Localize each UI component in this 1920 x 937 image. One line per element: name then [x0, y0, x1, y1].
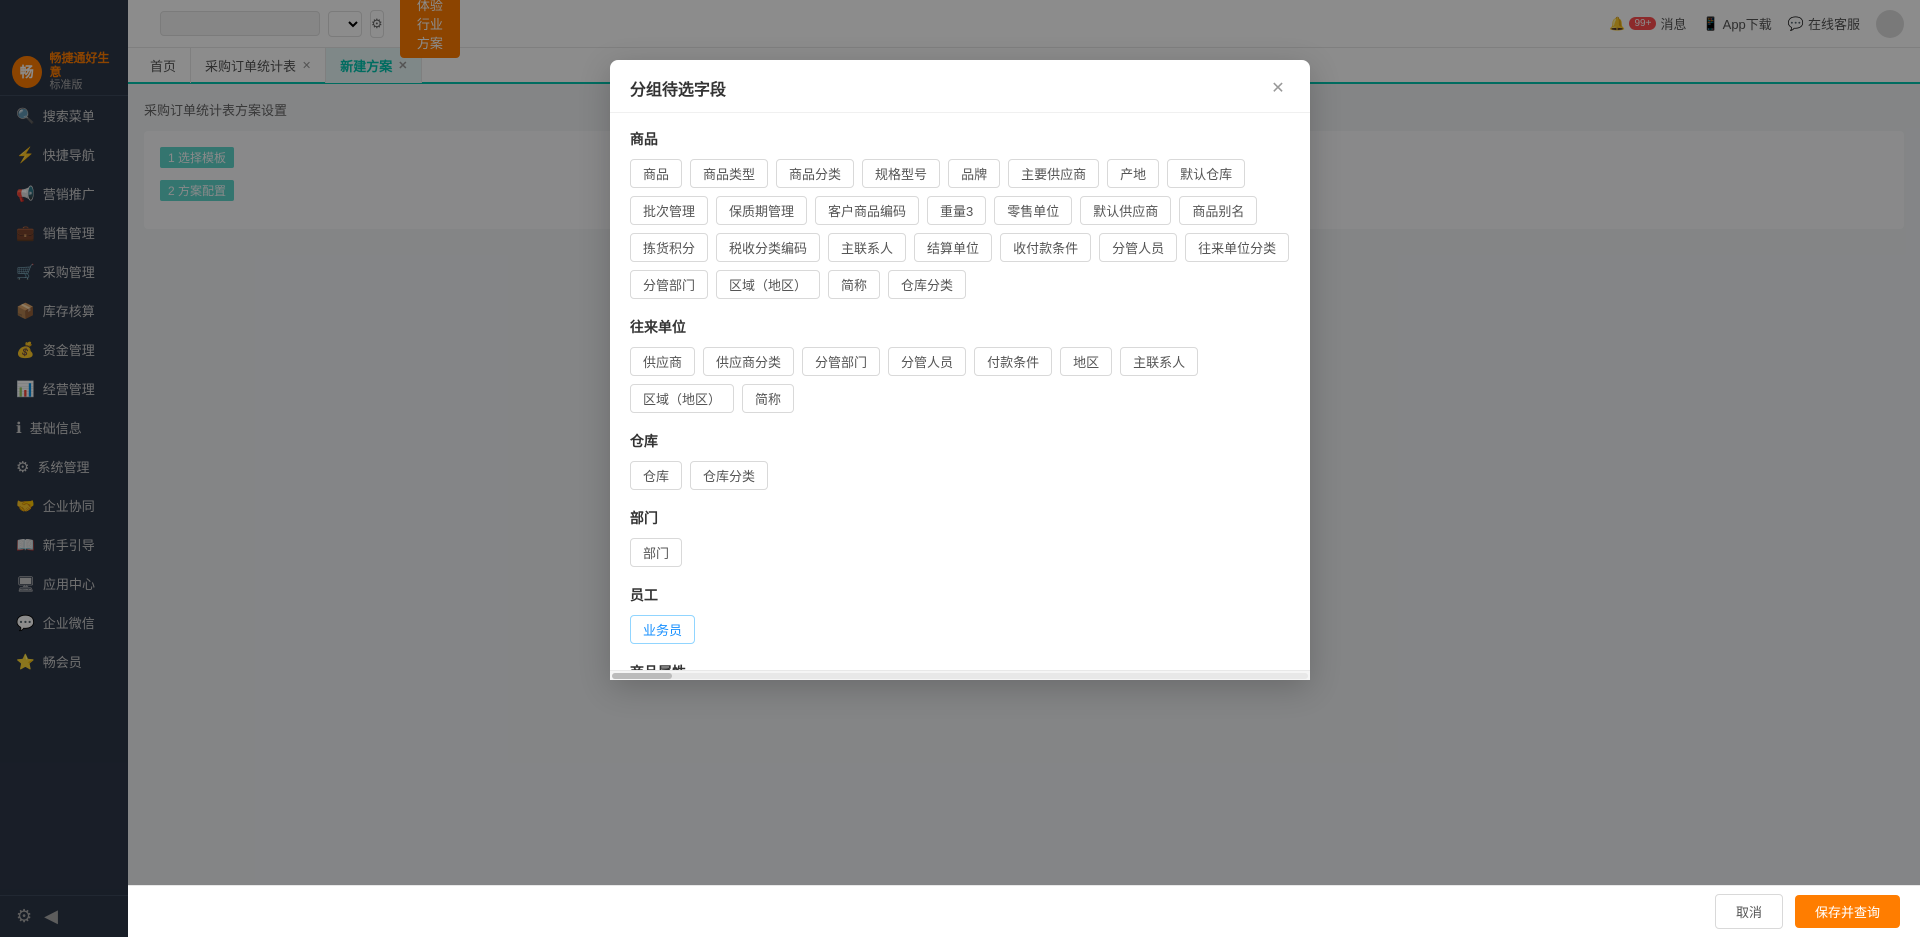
bottom-bar: 取消 保存并查询 [128, 885, 1920, 937]
modal-body: 商品 商品 商品类型 商品分类 规格型号 品牌 主要供应商 产地 默认仓库 批次… [610, 113, 1310, 670]
cancel-button[interactable]: 取消 [1715, 894, 1783, 929]
field-tag[interactable]: 区域（地区） [630, 384, 734, 413]
section-warehouse-title: 仓库 [630, 431, 1290, 451]
field-tag[interactable]: 区域（地区） [716, 270, 820, 299]
field-tag[interactable]: 税收分类编码 [716, 233, 820, 262]
field-tag[interactable]: 分管部门 [630, 270, 708, 299]
modal-hscroll[interactable] [610, 670, 1310, 680]
section-partner-fields: 供应商 供应商分类 分管部门 分管人员 付款条件 地区 主联系人 区域（地区） … [630, 347, 1290, 413]
field-tag[interactable]: 分管部门 [802, 347, 880, 376]
field-tag[interactable]: 主联系人 [1120, 347, 1198, 376]
field-tag[interactable]: 往来单位分类 [1185, 233, 1289, 262]
field-tag[interactable]: 产地 [1107, 159, 1159, 188]
field-tag[interactable]: 默认仓库 [1167, 159, 1245, 188]
field-tag[interactable]: 零售单位 [994, 196, 1072, 225]
field-tag[interactable]: 收付款条件 [1000, 233, 1091, 262]
section-goods: 商品 商品 商品类型 商品分类 规格型号 品牌 主要供应商 产地 默认仓库 批次… [630, 129, 1290, 299]
section-employee-title: 员工 [630, 585, 1290, 605]
field-tag[interactable]: 商品分类 [776, 159, 854, 188]
section-warehouse-fields: 仓库 仓库分类 [630, 461, 1290, 490]
field-tag[interactable]: 主联系人 [828, 233, 906, 262]
field-tag[interactable]: 供应商分类 [703, 347, 794, 376]
section-goods-attr-title: 商品属性 [630, 662, 1290, 670]
close-icon: ✕ [1271, 78, 1284, 98]
section-goods-attr: 商品属性 属性 颜色 多规格 尺码 鞋码 1 [630, 662, 1290, 670]
field-tag[interactable]: 部门 [630, 538, 682, 567]
field-tag[interactable]: 客户商品编码 [815, 196, 919, 225]
field-tag[interactable]: 地区 [1060, 347, 1112, 376]
section-partner: 往来单位 供应商 供应商分类 分管部门 分管人员 付款条件 地区 主联系人 区域… [630, 317, 1290, 413]
section-department: 部门 部门 [630, 508, 1290, 567]
field-tag[interactable]: 分管人员 [888, 347, 966, 376]
section-department-title: 部门 [630, 508, 1290, 528]
field-tag[interactable]: 付款条件 [974, 347, 1052, 376]
field-tag[interactable]: 拣货积分 [630, 233, 708, 262]
modal-overlay: 分组待选字段 ✕ 商品 商品 商品类型 商品分类 规格型号 品牌 主要供应商 产… [0, 0, 1920, 937]
save-button[interactable]: 保存并查询 [1795, 895, 1900, 928]
field-tag[interactable]: 供应商 [630, 347, 695, 376]
modal-header: 分组待选字段 ✕ [610, 60, 1310, 113]
section-partner-title: 往来单位 [630, 317, 1290, 337]
field-tag[interactable]: 结算单位 [914, 233, 992, 262]
field-tag[interactable]: 规格型号 [862, 159, 940, 188]
field-tag[interactable]: 仓库分类 [690, 461, 768, 490]
field-tag[interactable]: 保质期管理 [716, 196, 807, 225]
scroll-track [612, 673, 1308, 679]
field-tag-employee[interactable]: 业务员 [630, 615, 695, 644]
field-tag[interactable]: 批次管理 [630, 196, 708, 225]
section-employee-fields: 业务员 [630, 615, 1290, 644]
field-tag[interactable]: 商品别名 [1179, 196, 1257, 225]
field-tag[interactable]: 仓库 [630, 461, 682, 490]
field-tag[interactable]: 仓库分类 [888, 270, 966, 299]
section-department-fields: 部门 [630, 538, 1290, 567]
scroll-thumb [612, 673, 672, 679]
section-warehouse: 仓库 仓库 仓库分类 [630, 431, 1290, 490]
field-tag[interactable]: 商品 [630, 159, 682, 188]
modal-title: 分组待选字段 [630, 76, 726, 100]
modal: 分组待选字段 ✕ 商品 商品 商品类型 商品分类 规格型号 品牌 主要供应商 产… [610, 60, 1310, 680]
section-employee: 员工 业务员 [630, 585, 1290, 644]
modal-close-btn[interactable]: ✕ [1266, 76, 1290, 100]
field-tag[interactable]: 默认供应商 [1080, 196, 1171, 225]
field-tag[interactable]: 商品类型 [690, 159, 768, 188]
section-goods-title: 商品 [630, 129, 1290, 149]
field-tag[interactable]: 分管人员 [1099, 233, 1177, 262]
field-tag[interactable]: 主要供应商 [1008, 159, 1099, 188]
section-goods-fields: 商品 商品类型 商品分类 规格型号 品牌 主要供应商 产地 默认仓库 批次管理 … [630, 159, 1290, 299]
field-tag[interactable]: 重量3 [927, 196, 986, 225]
field-tag[interactable]: 品牌 [948, 159, 1000, 188]
field-tag[interactable]: 简称 [828, 270, 880, 299]
field-tag[interactable]: 简称 [742, 384, 794, 413]
